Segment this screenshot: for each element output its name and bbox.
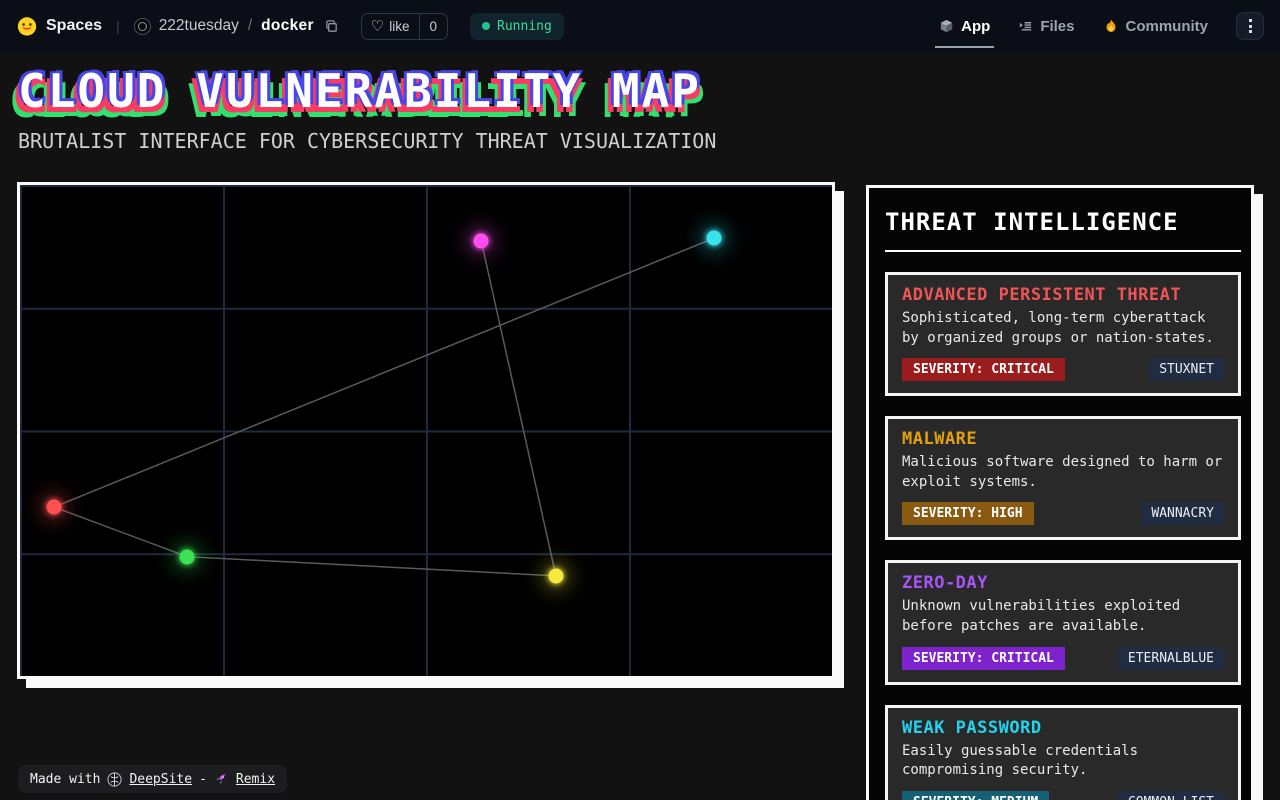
top-navbar: Spaces | 222tuesday / docker ♡ like 0 Ru… [0, 0, 1280, 52]
severity-badge: SEVERITY: MEDIUM [902, 790, 1050, 800]
owner-avatar[interactable] [133, 17, 151, 35]
example-tag: COMMON LIST [1117, 790, 1224, 800]
tab-app-label: App [961, 17, 991, 35]
threat-description: Easily guessable credentials compromisin… [902, 742, 1139, 779]
nav-divider: | [116, 18, 120, 34]
threat-description: Unknown vulnerabilities exploited before… [902, 598, 1181, 634]
dash: - [199, 771, 207, 787]
node-cyan[interactable] [706, 230, 722, 246]
status-badge[interactable]: Running [470, 12, 564, 40]
panel-title: THREAT INTELLIGENCE [885, 208, 1179, 236]
threat-title: WEAK PASSWORD [902, 717, 1042, 738]
made-with-badge[interactable]: Made with DeepSite - Remix [18, 765, 288, 793]
deepsite-link[interactable]: DeepSite [129, 772, 192, 787]
threat-intelligence-panel: THREAT INTELLIGENCE ADVANCED PERSISTENT … [866, 185, 1254, 800]
page-title: CLOUD VULNERABILITY MAP [18, 64, 701, 118]
rocket-icon [214, 772, 229, 787]
remix-link[interactable]: Remix [236, 772, 275, 787]
example-tag: WANNACRY [1141, 502, 1224, 526]
threat-card-apt[interactable]: ADVANCED PERSISTENT THREAT Sophisticated… [885, 272, 1241, 397]
panel-divider [885, 250, 1241, 252]
threat-card-weak-password[interactable]: WEAK PASSWORD Easily guessable credentia… [885, 704, 1241, 800]
status-dot-icon [482, 22, 491, 30]
threat-title: ADVANCED PERSISTENT THREAT [902, 285, 1182, 305]
node-red[interactable] [46, 499, 62, 515]
threat-description: Sophisticated, long-term cyberattack by … [902, 310, 1214, 346]
node-green[interactable] [179, 549, 195, 565]
heart-icon: ♡ [370, 17, 385, 35]
node-yellow[interactable] [548, 568, 564, 584]
files-icon [1020, 21, 1032, 30]
repo-link[interactable]: docker [261, 17, 314, 35]
tab-community[interactable]: Community [1089, 0, 1223, 52]
huggingface-logo-icon [16, 15, 38, 37]
cube-icon [941, 19, 953, 32]
spaces-brand-link[interactable]: Spaces [46, 17, 102, 35]
more-options-button[interactable] [1236, 12, 1264, 40]
node-magenta[interactable] [473, 233, 489, 249]
threat-card-zeroday[interactable]: ZERO-DAY Unknown vulnerabilities exploit… [885, 560, 1241, 685]
threat-card-malware[interactable]: MALWARE Malicious software designed to h… [885, 416, 1241, 541]
connection-line [481, 241, 556, 576]
community-flame-icon [1106, 19, 1115, 32]
made-with-label: Made with [30, 771, 101, 787]
tab-community-label: Community [1125, 17, 1209, 35]
threat-description: Malicious software designed to harm or e… [902, 454, 1223, 490]
threat-title: MALWARE [902, 429, 978, 450]
copy-repo-name-button[interactable] [324, 19, 339, 34]
tab-files-label: Files [1040, 17, 1075, 35]
page-subtitle: BRUTALIST INTERFACE FOR CYBERSECURITY TH… [18, 128, 717, 153]
connection-line [54, 507, 187, 557]
severity-badge: SEVERITY: CRITICAL [902, 358, 1065, 382]
hero-section: CLOUD VULNERABILITY MAP BRUTALIST INTERF… [18, 66, 716, 153]
connection-line [187, 557, 556, 576]
owner-link[interactable]: 222tuesday [159, 17, 239, 35]
deepsite-logo-icon [107, 771, 123, 787]
like-widget[interactable]: ♡ like 0 [360, 12, 449, 40]
like-label: like [389, 18, 410, 34]
like-count[interactable]: 0 [418, 13, 448, 39]
tab-app[interactable]: App [925, 0, 1004, 52]
breadcrumb-slash: / [247, 17, 253, 34]
connection-lines [20, 185, 832, 676]
tab-files[interactable]: Files [1004, 0, 1088, 52]
severity-badge: SEVERITY: CRITICAL [902, 646, 1065, 670]
example-tag: STUXNET [1149, 358, 1224, 382]
threat-title: ZERO-DAY [902, 573, 988, 594]
vulnerability-map[interactable] [17, 182, 835, 679]
status-label: Running [497, 18, 552, 34]
example-tag: ETERNALBLUE [1117, 646, 1224, 670]
severity-badge: SEVERITY: HIGH [902, 502, 1034, 526]
connection-line [54, 238, 714, 507]
